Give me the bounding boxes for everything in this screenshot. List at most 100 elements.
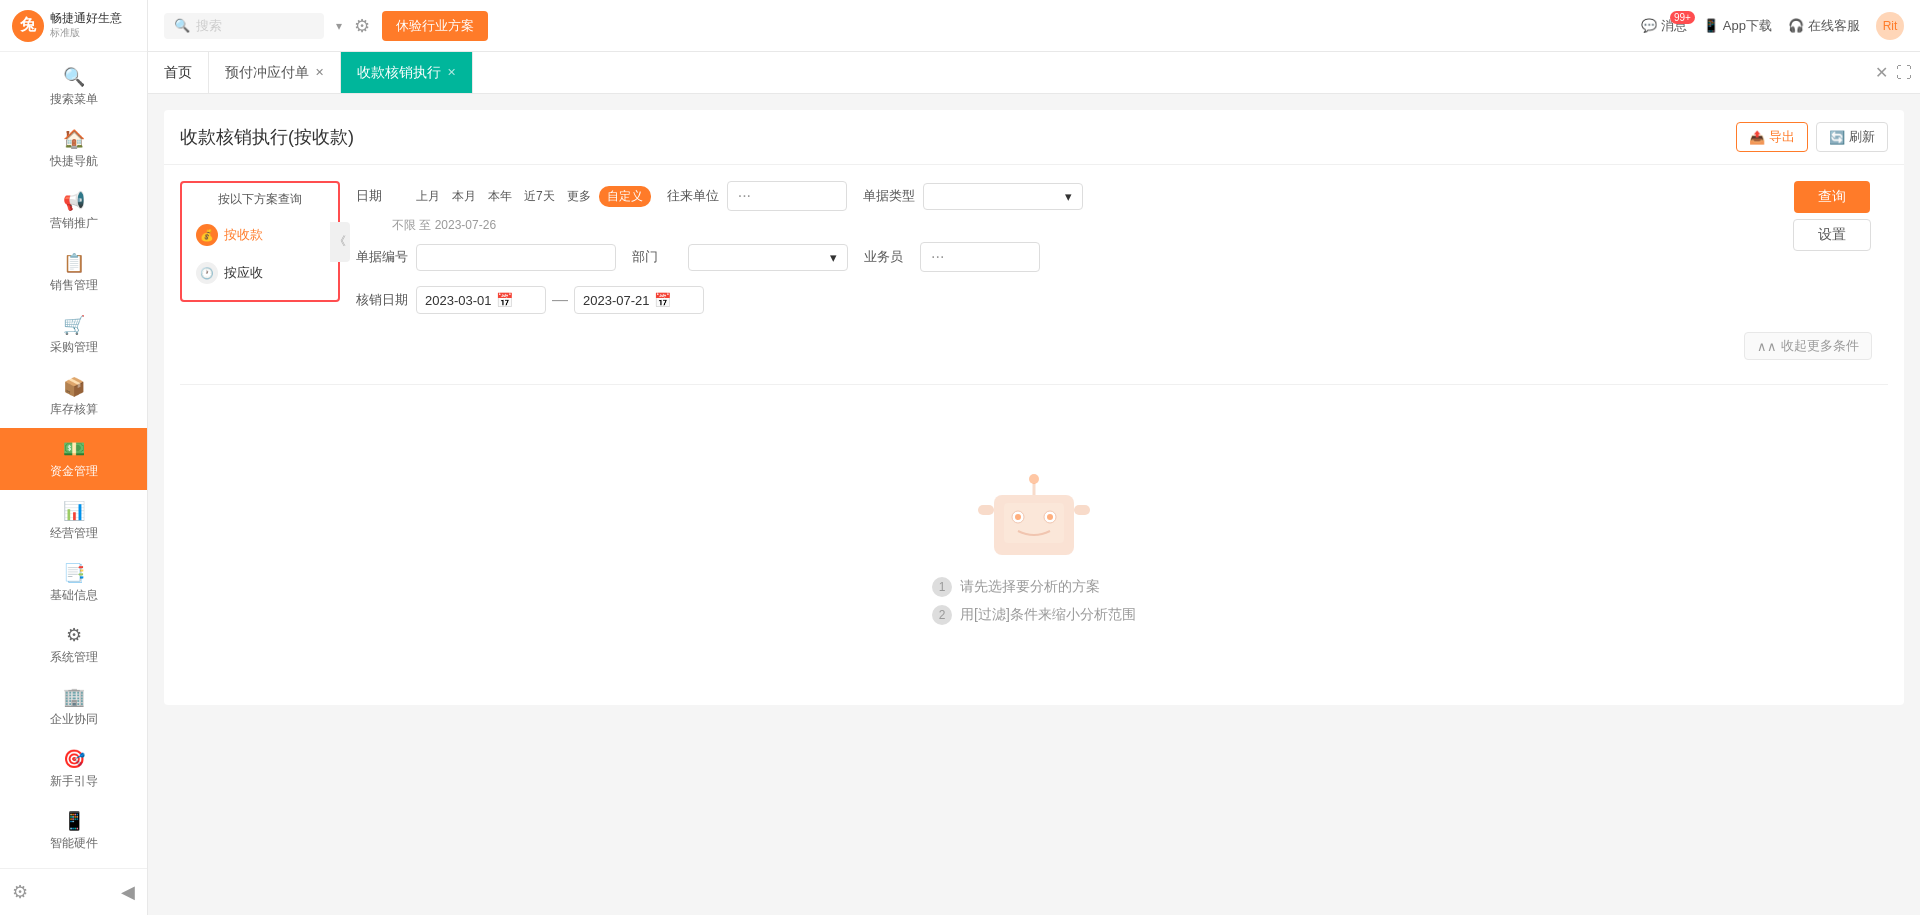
date-more[interactable]: 更多 — [563, 186, 595, 207]
collapse-more-section: ∧∧ 收起更多条件 — [356, 328, 1872, 368]
sidebar-item-hardware[interactable]: 📱 智能硬件 — [0, 800, 147, 862]
refresh-button[interactable]: 🔄 刷新 — [1816, 122, 1888, 152]
tab-prepay[interactable]: 预付冲应付单 ✕ — [209, 52, 341, 93]
svg-point-5 — [1047, 514, 1053, 520]
topbar: 🔍 搜索 ▾ ⚙ 休验行业方案 💬 消息 99+ 📱 App下载 🎧 在线客服 … — [148, 0, 1920, 52]
app-name: 畅捷通好生意 — [50, 11, 122, 27]
export-button[interactable]: 📤 导出 — [1736, 122, 1808, 152]
date-this-year[interactable]: 本年 — [484, 186, 516, 207]
app-download-label: App下载 — [1723, 17, 1772, 35]
sidebar-item-search[interactable]: 🔍 搜索菜单 — [0, 56, 147, 118]
online-service-button[interactable]: 🎧 在线客服 — [1788, 17, 1860, 35]
calendar-end-icon: 📅 — [654, 292, 671, 308]
sidebar-item-operations[interactable]: 📊 经营管理 — [0, 490, 147, 552]
settings-footer-icon[interactable]: ⚙ — [12, 881, 28, 903]
sidebar-item-label: 销售管理 — [50, 277, 98, 294]
collapse-sidebar-icon[interactable]: ◀ — [121, 881, 135, 903]
sidebar-item-sales[interactable]: 📋 销售管理 — [0, 242, 147, 304]
filter-option-by-receivable[interactable]: 🕐 按应收 — [190, 254, 330, 292]
messages-button[interactable]: 💬 消息 99+ — [1641, 17, 1687, 35]
robot-svg — [974, 465, 1094, 565]
sidebar-item-label: 企业协同 — [50, 711, 98, 728]
gear-icon[interactable]: ⚙ — [354, 15, 370, 37]
date-7days[interactable]: 近7天 — [520, 186, 559, 207]
empty-hint-1: 1 请先选择要分析的方案 — [932, 577, 1136, 597]
content-card: 按以下方案查询 💰 按收款 🕐 按应收 《 — [164, 165, 1904, 705]
sidebar-item-guide[interactable]: 🎯 新手引导 — [0, 738, 147, 800]
sidebar-item-label: 搜索菜单 — [50, 91, 98, 108]
counterpart-input[interactable]: ··· — [727, 181, 847, 211]
app-version: 标准版 — [50, 26, 122, 40]
purchase-icon: 🛒 — [63, 314, 85, 336]
headset-icon: 🎧 — [1788, 18, 1804, 33]
query-button[interactable]: 查询 — [1794, 181, 1870, 213]
order-type-label: 单据类型 — [863, 187, 915, 205]
topbar-search[interactable]: 🔍 搜索 — [164, 13, 324, 39]
sidebar-item-marketing[interactable]: 📢 营销推广 — [0, 180, 147, 242]
app-download-button[interactable]: 📱 App下载 — [1703, 17, 1772, 35]
filter-option-by-collection[interactable]: 💰 按收款 — [190, 216, 330, 254]
search-placeholder: 搜索 — [196, 17, 222, 35]
tab-collection[interactable]: 收款核销执行 ✕ — [341, 52, 473, 93]
verify-date-range: 2023-03-01 📅 — 2023-07-21 📅 — [416, 286, 704, 314]
user-avatar[interactable]: Rit — [1876, 12, 1904, 40]
page-header-actions: 📤 导出 🔄 刷新 — [1736, 122, 1888, 152]
tab-home[interactable]: 首页 — [148, 52, 209, 93]
chevron-down-dept-icon: ▾ — [830, 250, 837, 265]
sales-icon: 📋 — [63, 252, 85, 274]
export-icon: 📤 — [1749, 130, 1765, 145]
sidebar-item-finance[interactable]: 💵 资金管理 — [0, 428, 147, 490]
calendar-start-icon: 📅 — [496, 292, 513, 308]
sidebar-item-system[interactable]: ⚙ 系统管理 — [0, 614, 147, 676]
tab-prepay-close-icon[interactable]: ✕ — [315, 66, 324, 79]
date-label: 日期 — [356, 187, 404, 205]
date-last-month[interactable]: 上月 — [412, 186, 444, 207]
sidebar-item-wechat[interactable]: 💬 企业微信 — [0, 862, 147, 868]
counterpart-field: 往来单位 ··· — [667, 181, 847, 211]
sidebar-item-basic-info[interactable]: 📑 基础信息 — [0, 552, 147, 614]
dept-select[interactable]: ▾ — [688, 244, 848, 271]
collapse-more-button[interactable]: ∧∧ 收起更多条件 — [1744, 332, 1872, 360]
staff-field: 业务员 ··· — [864, 242, 1040, 272]
finance-icon: 💵 — [63, 438, 85, 460]
filter-row-2: 单据编号 部门 ▾ — [356, 242, 1776, 272]
tabs-bar: 首页 预付冲应付单 ✕ 收款核销执行 ✕ ✕ ⛶ — [148, 52, 1920, 94]
filter-row-3: 核销日期 2023-03-01 📅 — 2023-07-21 — [356, 286, 1776, 314]
sidebar-item-quicknav[interactable]: 🏠 快捷导航 — [0, 118, 147, 180]
sidebar-item-purchase[interactable]: 🛒 采购管理 — [0, 304, 147, 366]
sidebar: 兔 畅捷通好生意 标准版 🔍 搜索菜单 🏠 快捷导航 📢 营销推广 📋 销售管理… — [0, 0, 148, 915]
order-no-label: 单据编号 — [356, 248, 408, 266]
page-header: 收款核销执行(按收款) 📤 导出 🔄 刷新 — [164, 110, 1904, 165]
chevron-down-icon[interactable]: ▾ — [336, 19, 342, 33]
setting-button[interactable]: 设置 — [1793, 219, 1871, 251]
hint-text-1: 请先选择要分析的方案 — [960, 578, 1100, 596]
tab-collection-close-icon[interactable]: ✕ — [447, 66, 456, 79]
refresh-icon: 🔄 — [1829, 130, 1845, 145]
close-tab-icon[interactable]: ✕ — [1875, 63, 1888, 82]
sidebar-item-inventory[interactable]: 📦 库存核算 — [0, 366, 147, 428]
hint-num-2: 2 — [932, 605, 952, 625]
search-icon: 🔍 — [63, 66, 85, 88]
svg-rect-9 — [1074, 505, 1090, 515]
tab-collection-label: 收款核销执行 — [357, 64, 441, 82]
page-title: 收款核销执行(按收款) — [180, 125, 354, 149]
verify-date-start-input[interactable]: 2023-03-01 📅 — [416, 286, 546, 314]
date-custom[interactable]: 自定义 — [599, 186, 651, 207]
tabs-actions: ✕ ⛶ — [1867, 52, 1920, 93]
industry-solution-button[interactable]: 休验行业方案 — [382, 11, 488, 41]
date-this-month[interactable]: 本月 — [448, 186, 480, 207]
empty-hints: 1 请先选择要分析的方案 2 用[过滤]条件来缩小分析范围 — [932, 577, 1136, 625]
sidebar-item-label: 快捷导航 — [50, 153, 98, 170]
sidebar-item-label: 营销推广 — [50, 215, 98, 232]
staff-input[interactable]: ··· — [920, 242, 1040, 272]
inventory-icon: 📦 — [63, 376, 85, 398]
empty-state: 1 请先选择要分析的方案 2 用[过滤]条件来缩小分析范围 — [164, 385, 1904, 705]
order-type-select[interactable]: ▾ — [923, 183, 1083, 210]
sidebar-item-enterprise[interactable]: 🏢 企业协同 — [0, 676, 147, 738]
filter-option-label: 按收款 — [224, 226, 263, 244]
verify-date-end-input[interactable]: 2023-07-21 📅 — [574, 286, 704, 314]
order-no-input[interactable] — [416, 244, 616, 271]
logo-icon: 兔 — [12, 10, 44, 42]
expand-tab-icon[interactable]: ⛶ — [1896, 64, 1912, 82]
filter-sidebar-collapse-button[interactable]: 《 — [330, 222, 350, 262]
